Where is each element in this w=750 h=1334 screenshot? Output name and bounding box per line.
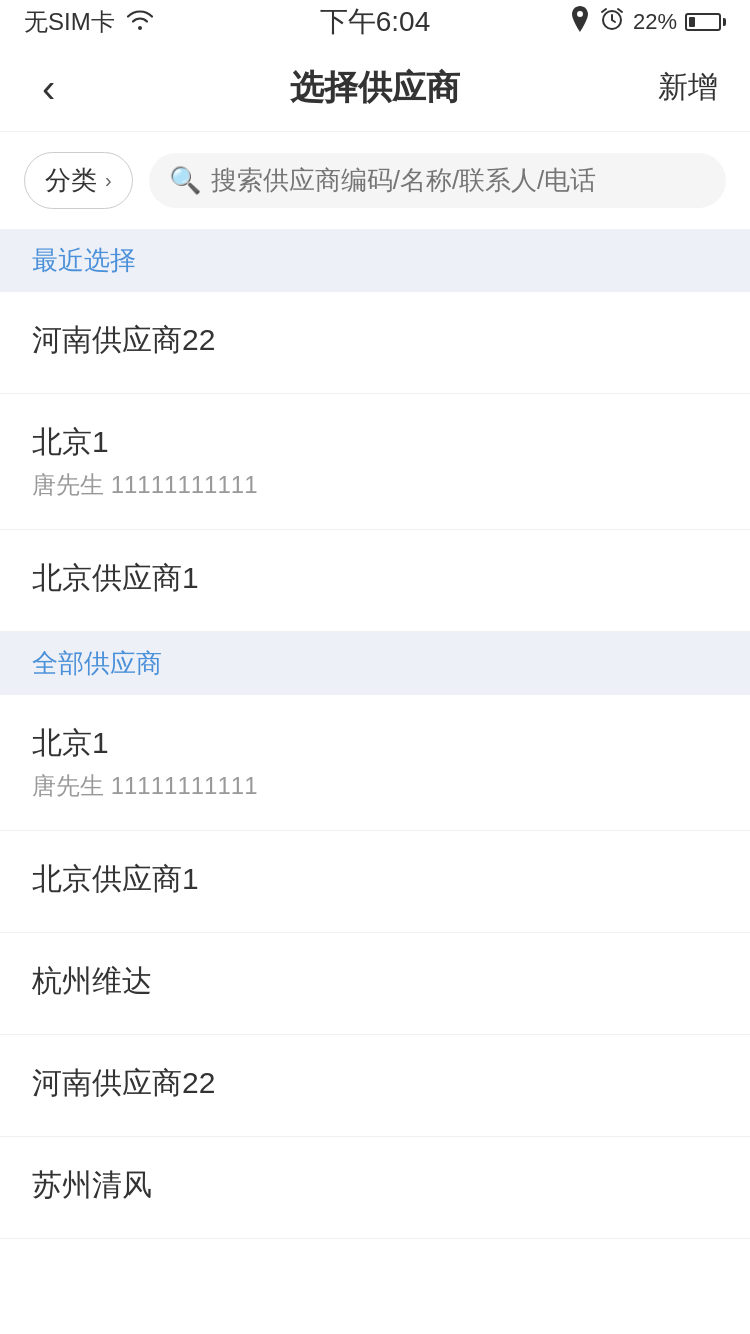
battery-text: 22% [633,9,677,35]
category-button[interactable]: 分类 › [24,152,133,209]
recent-item-2[interactable]: 北京供应商1 [0,530,750,632]
all-section-label: 全部供应商 [32,648,162,678]
page-title: 选择供应商 [290,65,460,111]
recent-item-1[interactable]: 北京1 唐先生 11111111111 [0,394,750,530]
alarm-icon [599,6,625,38]
status-bar: 无SIM卡 下午6:04 22% [0,0,750,44]
recent-item-1-detail: 唐先生 11111111111 [32,469,718,501]
nav-bar: ‹ 选择供应商 新增 [0,44,750,132]
all-items-list: 北京1 唐先生 11111111111 北京供应商1 杭州维达 河南供应商22 … [0,695,750,1239]
location-icon [569,5,591,39]
back-button[interactable]: ‹ [32,58,65,118]
all-item-2[interactable]: 杭州维达 [0,933,750,1035]
search-box: 🔍 [149,153,726,208]
recent-section-header: 最近选择 [0,229,750,292]
search-icon: 🔍 [169,165,201,196]
filter-bar: 分类 › 🔍 [0,132,750,229]
chevron-right-icon: › [105,169,112,192]
recent-section-label: 最近选择 [32,245,136,275]
all-item-3-name: 河南供应商22 [32,1063,718,1104]
all-item-1-name: 北京供应商1 [32,859,718,900]
carrier-text: 无SIM卡 [24,6,115,38]
search-input[interactable] [211,165,706,196]
battery-icon [685,13,726,31]
all-item-0[interactable]: 北京1 唐先生 11111111111 [0,695,750,831]
recent-item-0[interactable]: 河南供应商22 [0,292,750,394]
recent-item-0-name: 河南供应商22 [32,320,718,361]
add-button[interactable]: 新增 [658,67,718,108]
status-right: 22% [569,5,726,39]
recent-item-2-name: 北京供应商1 [32,558,718,599]
recent-items-list: 河南供应商22 北京1 唐先生 11111111111 北京供应商1 [0,292,750,632]
all-item-4-name: 苏州清风 [32,1165,718,1206]
all-item-4[interactable]: 苏州清风 [0,1137,750,1239]
all-section-header: 全部供应商 [0,632,750,695]
status-left: 无SIM卡 [24,6,155,38]
all-item-3[interactable]: 河南供应商22 [0,1035,750,1137]
status-time: 下午6:04 [320,3,431,41]
wifi-icon [125,8,155,36]
category-label: 分类 [45,163,97,198]
recent-item-1-name: 北京1 [32,422,718,463]
all-item-0-detail: 唐先生 11111111111 [32,770,718,802]
all-item-0-name: 北京1 [32,723,718,764]
all-item-2-name: 杭州维达 [32,961,718,1002]
all-item-1[interactable]: 北京供应商1 [0,831,750,933]
